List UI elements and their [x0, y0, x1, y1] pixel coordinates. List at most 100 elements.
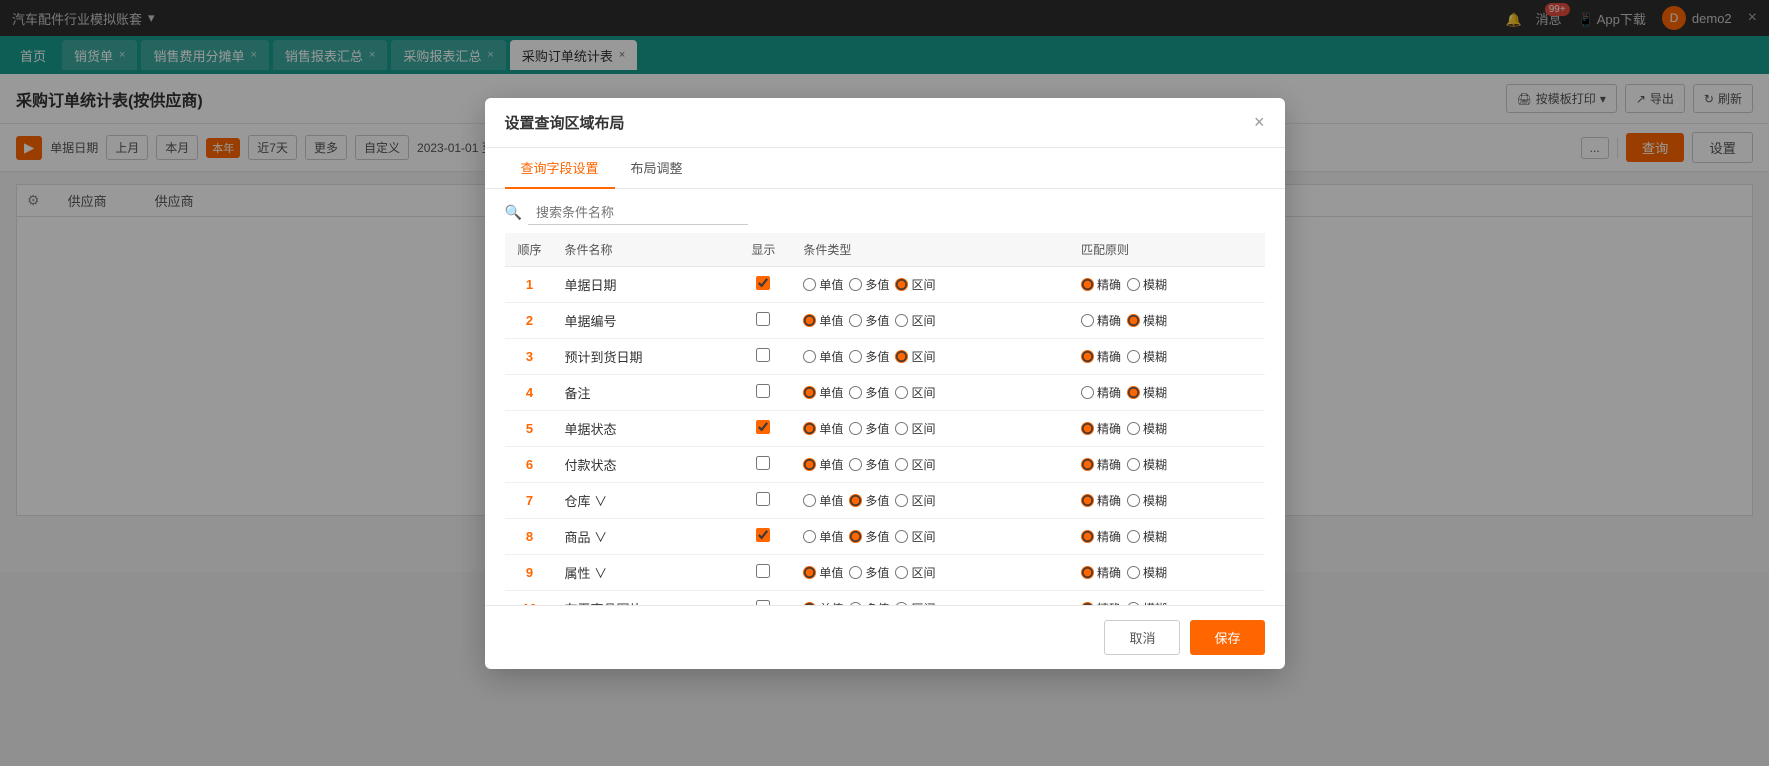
match-radio[interactable]: [1127, 278, 1140, 291]
type-radio-item[interactable]: 单值: [803, 348, 843, 365]
type-radio[interactable]: [803, 566, 816, 579]
type-radio-item[interactable]: 多值: [849, 420, 889, 437]
search-input[interactable]: [528, 201, 748, 225]
type-radio[interactable]: [803, 350, 816, 363]
type-radio-item[interactable]: 多值: [849, 456, 889, 473]
type-radio[interactable]: [803, 386, 816, 399]
match-radio[interactable]: [1081, 494, 1094, 507]
type-radio-item[interactable]: 单值: [803, 384, 843, 401]
match-radio-item[interactable]: 精确: [1081, 348, 1121, 365]
match-radio-item[interactable]: 模糊: [1127, 528, 1167, 545]
type-radio[interactable]: [895, 314, 908, 327]
type-radio[interactable]: [895, 458, 908, 471]
type-radio[interactable]: [895, 350, 908, 363]
cell-show[interactable]: [733, 554, 793, 590]
match-radio[interactable]: [1127, 494, 1140, 507]
match-radio[interactable]: [1081, 314, 1094, 327]
show-checkbox[interactable]: [756, 564, 770, 578]
type-radio-item[interactable]: 多值: [849, 312, 889, 329]
type-radio-item[interactable]: 多值: [849, 564, 889, 581]
type-radio[interactable]: [849, 422, 862, 435]
cell-show[interactable]: [733, 374, 793, 410]
type-radio[interactable]: [895, 422, 908, 435]
type-radio-item[interactable]: 多值: [849, 348, 889, 365]
show-checkbox[interactable]: [756, 456, 770, 470]
match-radio[interactable]: [1081, 458, 1094, 471]
match-radio-item[interactable]: 模糊: [1127, 276, 1167, 293]
type-radio[interactable]: [895, 278, 908, 291]
type-radio-item[interactable]: 区间: [895, 492, 935, 509]
cancel-button[interactable]: 取消: [1104, 620, 1180, 655]
save-button[interactable]: 保存: [1190, 620, 1264, 655]
dialog-close-button[interactable]: ×: [1254, 112, 1265, 133]
type-radio[interactable]: [803, 458, 816, 471]
type-radio-item[interactable]: 区间: [895, 276, 935, 293]
match-radio[interactable]: [1127, 458, 1140, 471]
type-radio[interactable]: [849, 458, 862, 471]
type-radio-item[interactable]: 多值: [849, 384, 889, 401]
type-radio[interactable]: [849, 386, 862, 399]
match-radio-item[interactable]: 模糊: [1127, 564, 1167, 581]
type-radio[interactable]: [803, 530, 816, 543]
match-radio-item[interactable]: 模糊: [1127, 348, 1167, 365]
cell-show[interactable]: [733, 338, 793, 374]
type-radio[interactable]: [803, 314, 816, 327]
match-radio[interactable]: [1127, 566, 1140, 579]
show-checkbox[interactable]: [756, 528, 770, 542]
type-radio-item[interactable]: 区间: [895, 456, 935, 473]
type-radio-item[interactable]: 区间: [895, 348, 935, 365]
match-radio[interactable]: [1081, 278, 1094, 291]
type-radio-item[interactable]: 单值: [803, 456, 843, 473]
cell-show[interactable]: [733, 446, 793, 482]
show-checkbox[interactable]: [756, 276, 770, 290]
type-radio[interactable]: [803, 422, 816, 435]
type-radio[interactable]: [849, 530, 862, 543]
type-radio[interactable]: [849, 278, 862, 291]
show-checkbox[interactable]: [756, 312, 770, 326]
match-radio-item[interactable]: 精确: [1081, 492, 1121, 509]
match-radio[interactable]: [1127, 350, 1140, 363]
type-radio[interactable]: [895, 386, 908, 399]
match-radio-item[interactable]: 模糊: [1127, 384, 1167, 401]
match-radio[interactable]: [1081, 530, 1094, 543]
cell-show[interactable]: [733, 590, 793, 605]
cell-show[interactable]: [733, 518, 793, 554]
type-radio[interactable]: [895, 566, 908, 579]
dialog-tab-query-fields[interactable]: 查询字段设置: [505, 148, 615, 189]
match-radio[interactable]: [1081, 566, 1094, 579]
type-radio[interactable]: [895, 530, 908, 543]
type-radio-item[interactable]: 区间: [895, 420, 935, 437]
match-radio-item[interactable]: 精确: [1081, 564, 1121, 581]
cell-show[interactable]: [733, 302, 793, 338]
match-radio[interactable]: [1127, 386, 1140, 399]
match-radio-item[interactable]: 模糊: [1127, 492, 1167, 509]
type-radio-item[interactable]: 单值: [803, 528, 843, 545]
cell-show[interactable]: [733, 266, 793, 302]
type-radio[interactable]: [803, 494, 816, 507]
type-radio-item[interactable]: 单值: [803, 276, 843, 293]
match-radio-item[interactable]: 精确: [1081, 420, 1121, 437]
cell-show[interactable]: [733, 410, 793, 446]
type-radio-item[interactable]: 单值: [803, 564, 843, 581]
show-checkbox[interactable]: [756, 384, 770, 398]
type-radio-item[interactable]: 单值: [803, 420, 843, 437]
type-radio-item[interactable]: 多值: [849, 276, 889, 293]
type-radio[interactable]: [849, 494, 862, 507]
type-radio[interactable]: [803, 278, 816, 291]
show-checkbox[interactable]: [756, 348, 770, 362]
match-radio-item[interactable]: 精确: [1081, 276, 1121, 293]
show-checkbox[interactable]: [756, 492, 770, 506]
type-radio-item[interactable]: 区间: [895, 528, 935, 545]
type-radio-item[interactable]: 单值: [803, 492, 843, 509]
match-radio[interactable]: [1127, 422, 1140, 435]
match-radio[interactable]: [1081, 350, 1094, 363]
type-radio-item[interactable]: 区间: [895, 564, 935, 581]
match-radio-item[interactable]: 模糊: [1127, 456, 1167, 473]
match-radio[interactable]: [1081, 386, 1094, 399]
match-radio-item[interactable]: 模糊: [1127, 420, 1167, 437]
match-radio[interactable]: [1081, 422, 1094, 435]
match-radio-item[interactable]: 精确: [1081, 312, 1121, 329]
type-radio-item[interactable]: 区间: [895, 312, 935, 329]
match-radio-item[interactable]: 精确: [1081, 384, 1121, 401]
type-radio[interactable]: [849, 314, 862, 327]
